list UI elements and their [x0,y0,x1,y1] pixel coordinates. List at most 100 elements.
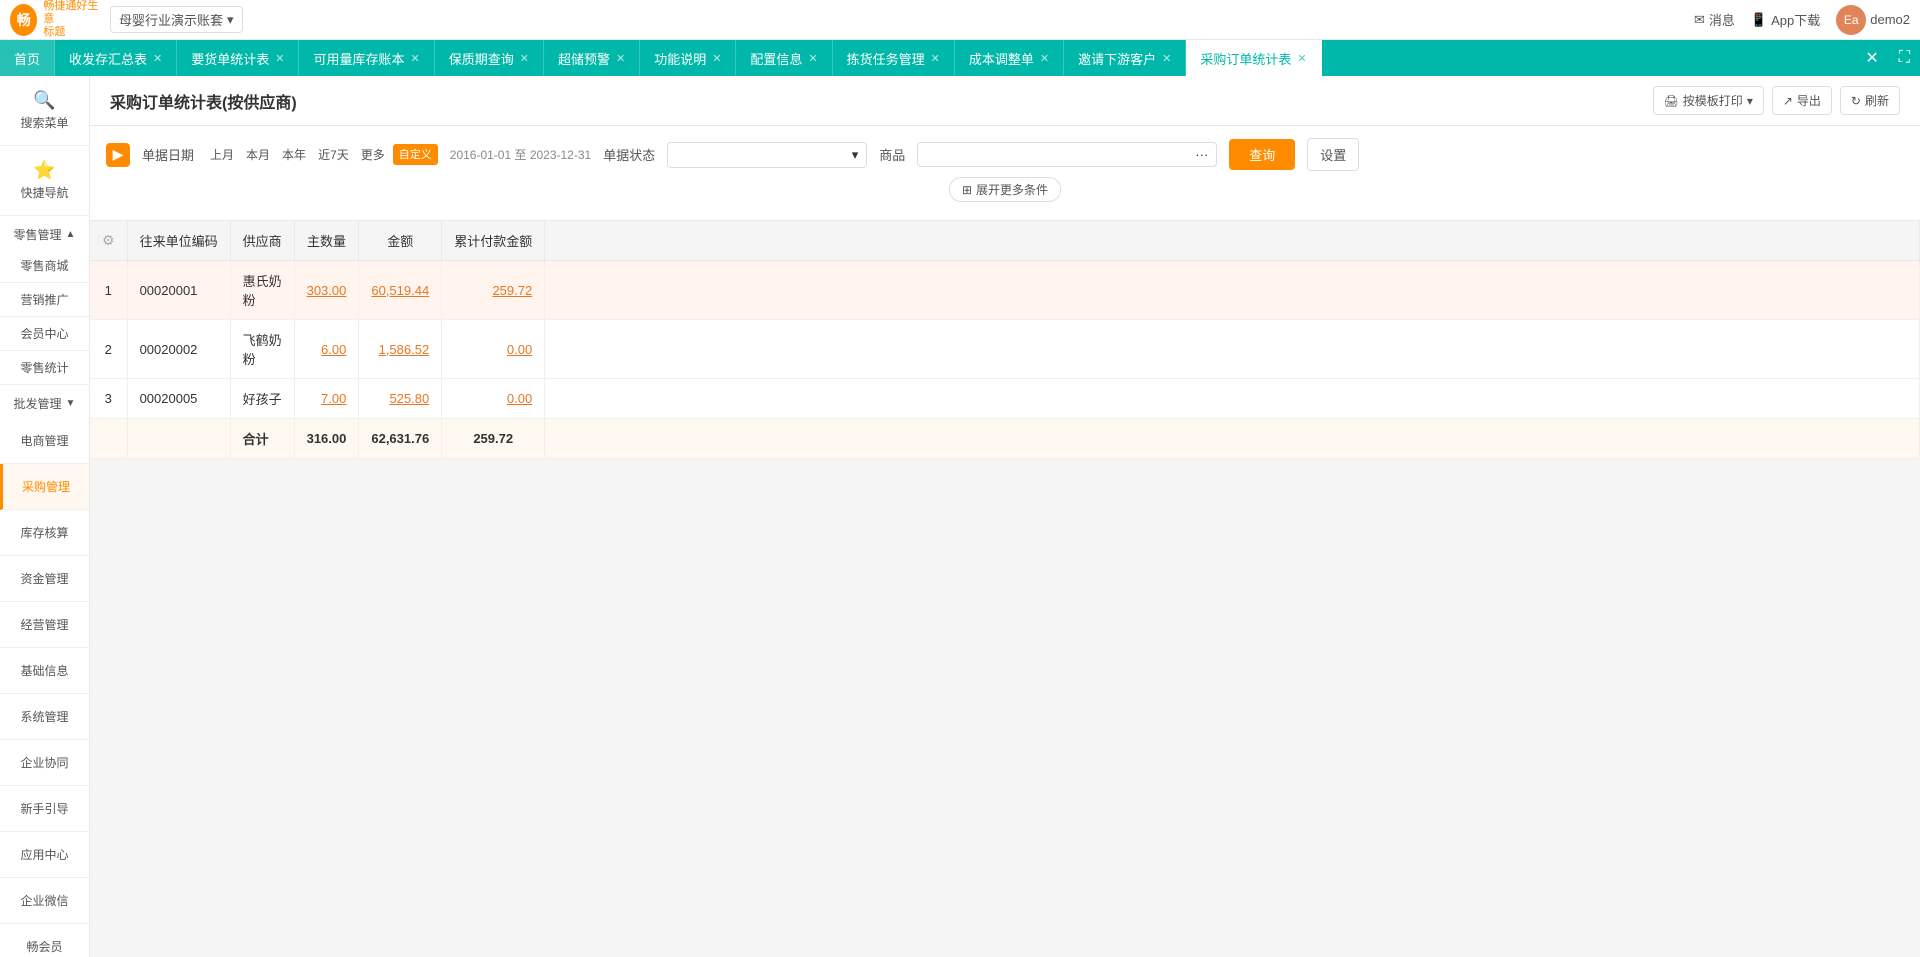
goods-more-icon: ··· [1195,147,1208,162]
tab-jianhuo[interactable]: 拣货任务管理 ✕ [833,40,955,76]
close-icon[interactable]: ✕ [411,52,420,65]
close-icon[interactable]: ✕ [808,52,817,65]
sidebar-item-members[interactable]: 会员中心 [0,317,89,351]
close-icon[interactable]: ✕ [153,52,162,65]
expand-icon: ⊞ [962,183,972,197]
tab-home[interactable]: 首页 [0,40,55,76]
cell-index: 1 [90,261,127,320]
sidebar-item-retail[interactable]: 零售管理 ▲ [0,216,89,249]
settings-button[interactable]: 设置 [1307,138,1359,171]
close-icon[interactable]: ✕ [1162,52,1171,65]
sidebar-item-guide[interactable]: 新手引导 [0,786,89,832]
sidebar-item-retail-stats[interactable]: 零售统计 [0,351,89,385]
footer-paid-cell: 259.72 [442,419,545,459]
sidebar-item-marketing[interactable]: 营销推广 [0,283,89,317]
close-icon[interactable]: ✕ [1040,52,1049,65]
cell-paid[interactable]: 0.00 [442,379,545,419]
sidebar: 🔍 搜索菜单 ⭐ 快捷导航 零售管理 ▲ 零售商城 营销推广 会员中心 零售统计… [0,76,90,957]
cell-supplier: 惠氏奶粉 [230,261,294,320]
filter-toggle-button[interactable]: ▶ [106,143,130,167]
sidebar-item-retail-mall[interactable]: 零售商城 [0,249,89,283]
print-dropdown-icon: ▾ [1747,94,1753,108]
close-icon[interactable]: ✕ [520,52,529,65]
print-icon: 🖨 [1664,94,1679,108]
cell-amount[interactable]: 525.80 [359,379,442,419]
tab-peizhixinxi[interactable]: 配置信息 ✕ [736,40,832,76]
cell-code: 00020001 [127,261,230,320]
table-header-row: ⚙ 往来单位编码 供应商 主数量 金额 累计付款金额 [90,221,1920,261]
shortcut-this-year[interactable]: 本年 [278,144,310,165]
shortcut-last-month[interactable]: 上月 [206,144,238,165]
nav-tabs: 首页 收发存汇总表 ✕ 要货单统计表 ✕ 可用量库存账本 ✕ 保质期查询 ✕ 超… [0,40,1920,76]
select-dropdown-icon: ▾ [852,147,859,163]
sidebar-item-ecommerce[interactable]: 电商管理 [0,418,89,464]
search-button[interactable]: 查询 [1229,139,1295,170]
tab-shofacun[interactable]: 收发存汇总表 ✕ [55,40,177,76]
filter-area: ▶ 单据日期 上月 本月 本年 近7天 更多 自定义 2016-01-01 至 … [90,126,1920,221]
tab-yaoqing[interactable]: 邀请下游客户 ✕ [1064,40,1186,76]
expand-more-area: ⊞ 展开更多条件 [106,171,1904,208]
sidebar-item-system[interactable]: 系统管理 [0,694,89,740]
close-icon[interactable]: ✕ [1297,52,1306,65]
tab-caigou-active[interactable]: 采购订单统计表 ✕ [1186,40,1321,76]
tab-chengben[interactable]: 成本调整单 ✕ [955,40,1064,76]
goods-filter-label: 商品 [879,145,905,164]
phone-icon: 📱 [1751,12,1767,28]
tab-chaochuyujing[interactable]: 超储预警 ✕ [544,40,640,76]
tab-keyongliang[interactable]: 可用量库存账本 ✕ [299,40,434,76]
cell-amount[interactable]: 60,519.44 [359,261,442,320]
print-button[interactable]: 🖨 按模板打印 ▾ [1653,86,1764,115]
status-filter-label: 单据状态 [603,145,655,164]
shortcut-more[interactable]: 更多 [357,144,389,165]
custom-date-tag[interactable]: 自定义 [393,144,438,165]
sidebar-item-wholesale[interactable]: 批发管理 ▼ [0,385,89,418]
user-menu[interactable]: Ea demo2 [1836,5,1910,35]
shortcut-7days[interactable]: 近7天 [314,144,353,165]
sidebar-item-member-vip[interactable]: 畅会员 [0,924,89,957]
date-shortcuts: 上月 本月 本年 近7天 更多 自定义 [206,144,438,165]
app-download-button[interactable]: 📱 App下载 [1751,10,1820,29]
avatar: Ea [1836,5,1866,35]
tab-baozhiqi[interactable]: 保质期查询 ✕ [435,40,544,76]
sidebar-item-app-center[interactable]: 应用中心 [0,832,89,878]
sidebar-item-inventory[interactable]: 库存核算 [0,510,89,556]
cell-paid[interactable]: 0.00 [442,320,545,379]
goods-input[interactable]: ··· [917,142,1217,167]
export-button[interactable]: ↗ 导出 [1772,86,1832,115]
tab-yaohuo[interactable]: 要货单统计表 ✕ [177,40,299,76]
expand-more-button[interactable]: ⊞ 展开更多条件 [949,177,1061,202]
sidebar-item-shortcut[interactable]: ⭐ 快捷导航 [0,146,89,216]
cell-code: 00020005 [127,379,230,419]
close-icon[interactable]: ✕ [931,52,940,65]
tab-gongneng[interactable]: 功能说明 ✕ [640,40,736,76]
workspace-selector[interactable]: 母婴行业演示账套 ▾ [110,6,243,33]
refresh-button[interactable]: ↻ 刷新 [1840,86,1900,115]
status-select[interactable]: ▾ [667,142,867,168]
cell-paid[interactable]: 259.72 [442,261,545,320]
sidebar-item-search[interactable]: 🔍 搜索菜单 [0,76,89,146]
cell-quantity[interactable]: 7.00 [294,379,359,419]
nav-expand-button[interactable]: ⛶ [1889,49,1920,67]
cell-amount[interactable]: 1,586.52 [359,320,442,379]
page-title: 采购订单统计表(按供应商) [110,89,297,113]
data-table: ⚙ 往来单位编码 供应商 主数量 金额 累计付款金额 1 00020001 [90,221,1920,459]
sidebar-item-purchase[interactable]: 采购管理 [0,464,89,510]
sidebar-item-finance[interactable]: 资金管理 [0,556,89,602]
sidebar-item-wechat[interactable]: 企业微信 [0,878,89,924]
sidebar-item-operations[interactable]: 经营管理 [0,602,89,648]
col-header-extra [545,221,1920,261]
workspace-dropdown-icon: ▾ [227,12,234,28]
shortcut-this-month[interactable]: 本月 [242,144,274,165]
message-button[interactable]: ✉ 消息 [1694,10,1735,29]
nav-close-button[interactable]: ✕ [1855,48,1888,68]
close-icon[interactable]: ✕ [712,52,721,65]
sidebar-item-enterprise[interactable]: 企业协同 [0,740,89,786]
column-settings-icon[interactable]: ⚙ [102,232,115,248]
close-icon[interactable]: ✕ [616,52,625,65]
cell-quantity[interactable]: 303.00 [294,261,359,320]
cell-extra [545,379,1920,419]
close-icon[interactable]: ✕ [275,52,284,65]
cell-quantity[interactable]: 6.00 [294,320,359,379]
table-row: 2 00020002 飞鹤奶粉 6.00 1,586.52 0.00 [90,320,1920,379]
sidebar-item-basic-info[interactable]: 基础信息 [0,648,89,694]
